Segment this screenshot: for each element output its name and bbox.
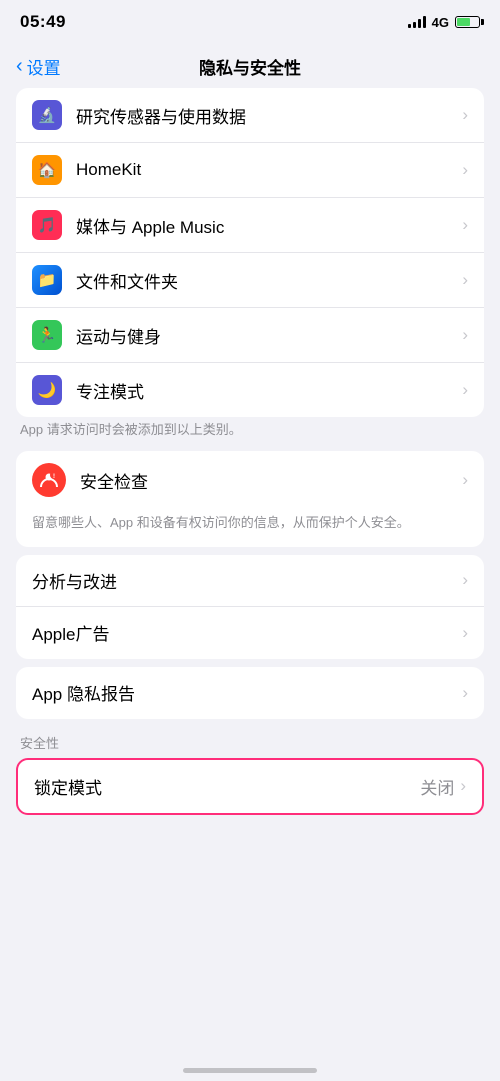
nav-bar: ‹ 设置 隐私与安全性 [0,44,500,88]
status-bar: 05:49 4G [0,0,500,44]
chevron-right-icon: › [462,325,468,345]
chevron-right-icon: › [462,380,468,400]
back-chevron-icon: ‹ [16,56,23,76]
list-item-files[interactable]: 📁 文件和文件夹 › [16,253,484,308]
status-time: 05:49 [20,12,66,32]
analysis-card: 分析与改进 › Apple广告 › [16,555,484,659]
signal-icon [408,16,426,28]
chevron-right-icon: › [462,105,468,125]
research-icon: 🔬 [32,100,62,130]
permission-note: App 请求访问时会被添加到以上类别。 [16,421,484,439]
homekit-icon: 🏠 [32,155,62,185]
back-button[interactable]: ‹ 设置 [16,54,61,79]
fitness-label: 运动与健身 [76,323,454,348]
lockdown-section-label: 安全性 [16,727,484,758]
files-label: 文件和文件夹 [76,268,454,293]
list-item-research[interactable]: 🔬 研究传感器与使用数据 › [16,88,484,143]
security-check-label: 安全检查 [80,468,454,493]
chevron-right-icon: › [462,160,468,180]
media-icon: 🎵 [32,210,62,240]
focus-icon: 🌙 [32,375,62,405]
list-item-homekit[interactable]: 🏠 HomeKit › [16,143,484,198]
chevron-right-icon: › [462,683,468,703]
home-indicator [183,1068,317,1073]
person-icon: ! [39,470,59,490]
analysis-label: 分析与改进 [32,568,454,593]
list-item-media[interactable]: 🎵 媒体与 Apple Music › [16,198,484,253]
chevron-right-icon: › [462,270,468,290]
lockdown-mode-item[interactable]: 锁定模式 关闭 › [18,760,482,813]
security-check-item[interactable]: ! 安全检查 › [16,451,484,509]
lockdown-mode-label: 锁定模式 [34,774,102,799]
list-item-fitness[interactable]: 🏃 运动与健身 › [16,308,484,363]
privacy-report-label: App 隐私报告 [32,680,454,705]
fitness-icon: 🏃 [32,320,62,350]
focus-label: 专注模式 [76,378,454,403]
list-item-apple-ads[interactable]: Apple广告 › [16,607,484,659]
network-label: 4G [432,15,449,30]
chevron-right-icon: › [462,470,468,490]
list-item-privacy-report[interactable]: App 隐私报告 › [16,667,484,719]
list-item-focus[interactable]: 🌙 专注模式 › [16,363,484,417]
chevron-right-icon: › [462,623,468,643]
security-check-note: 留意哪些人、App 和设备有权访问你的信息，从而保护个人安全。 [16,509,484,547]
apple-ads-label: Apple广告 [32,620,454,645]
list-item-analysis[interactable]: 分析与改进 › [16,555,484,607]
content-area: 🔬 研究传感器与使用数据 › 🏠 HomeKit › 🎵 媒体与 Apple M… [0,88,500,815]
back-label: 设置 [27,54,61,79]
lockdown-mode-value: 关闭 › [420,774,466,799]
page-title: 隐私与安全性 [199,54,301,79]
status-icons: 4G [408,15,480,30]
lockdown-mode-status: 关闭 [420,774,454,799]
svg-text:!: ! [53,474,55,480]
research-label: 研究传感器与使用数据 [76,103,454,128]
battery-icon [455,16,480,28]
lockdown-card: 锁定模式 关闭 › [16,758,484,815]
files-icon: 📁 [32,265,62,295]
security-check-icon: ! [32,463,66,497]
media-label: 媒体与 Apple Music [76,213,454,238]
chevron-right-icon: › [462,215,468,235]
privacy-report-card: App 隐私报告 › [16,667,484,719]
lockdown-chevron-icon: › [460,776,466,796]
permissions-card: 🔬 研究传感器与使用数据 › 🏠 HomeKit › 🎵 媒体与 Apple M… [16,88,484,417]
security-check-card: ! 安全检查 › 留意哪些人、App 和设备有权访问你的信息，从而保护个人安全。 [16,451,484,547]
homekit-label: HomeKit [76,160,454,180]
chevron-right-icon: › [462,570,468,590]
